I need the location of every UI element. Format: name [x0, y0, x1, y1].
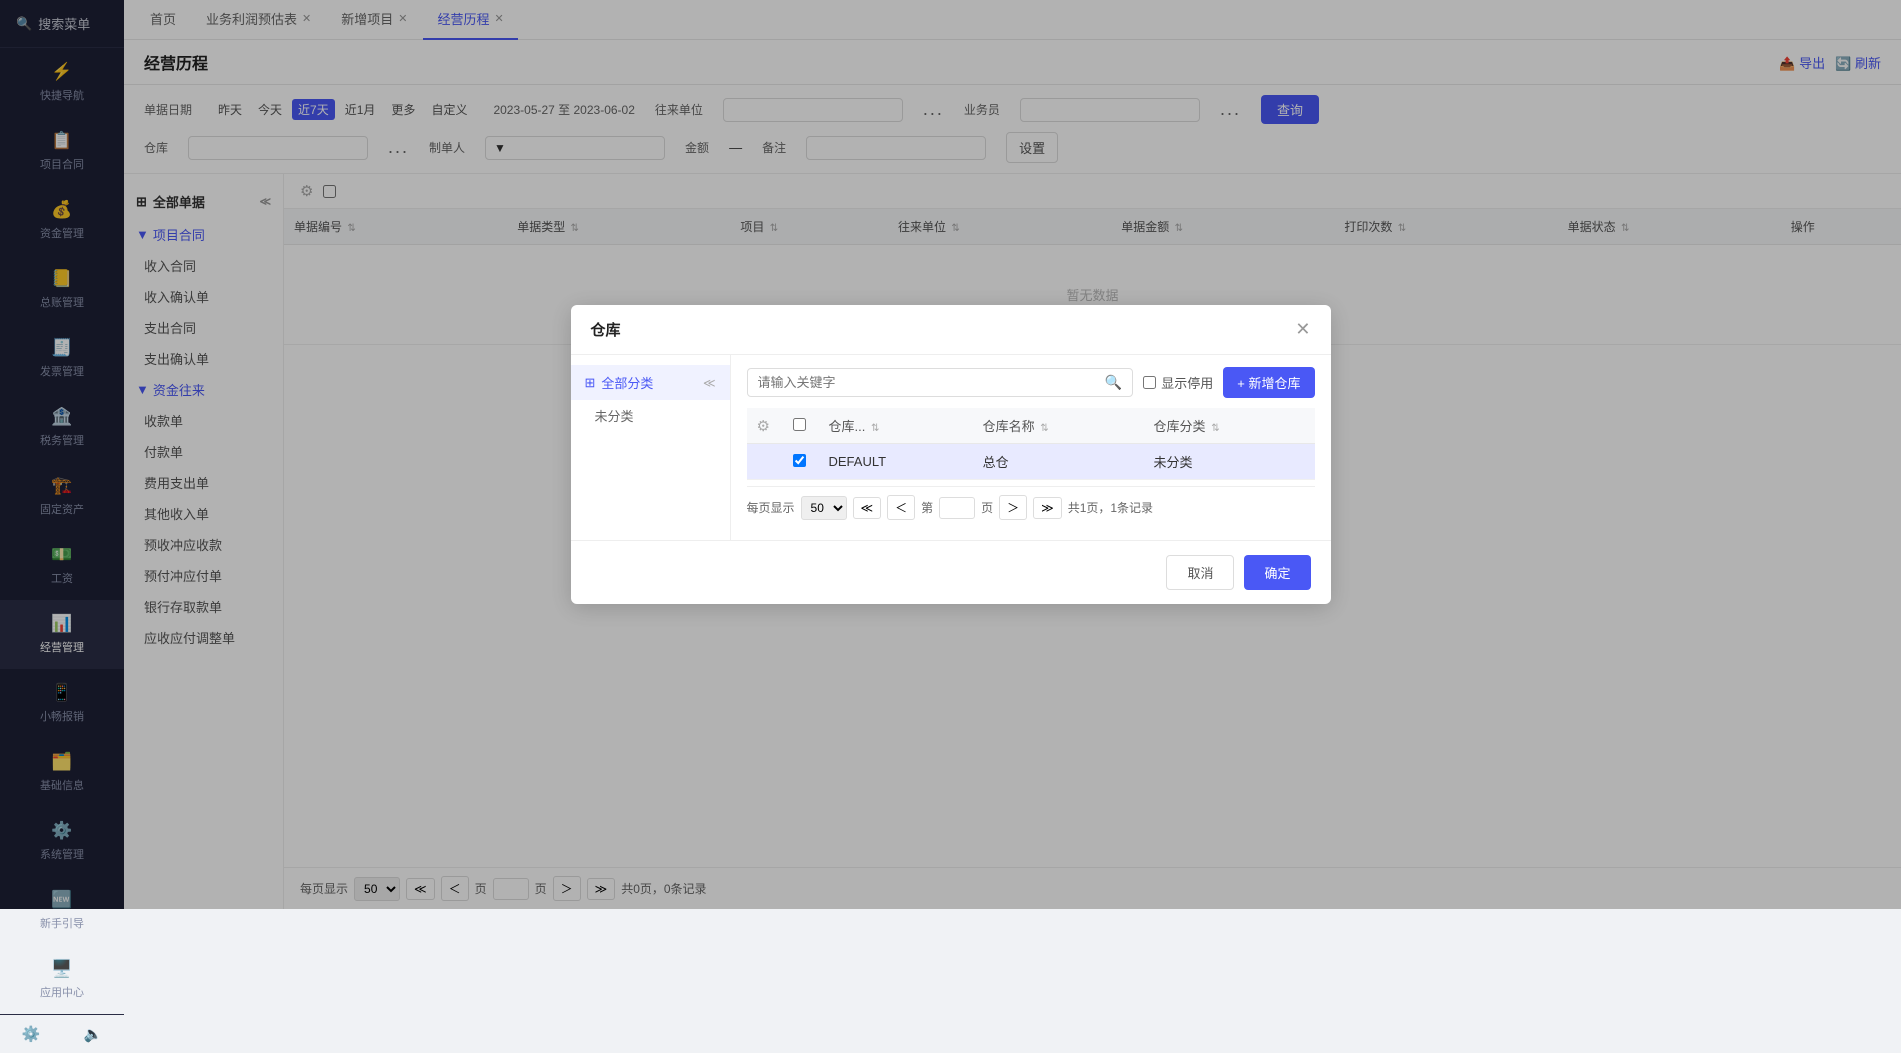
- modal-overlay[interactable]: 仓库 ✕ ⊞ 全部分类 ≪ 未分类: [0, 0, 1901, 909]
- modal-left-panel: ⊞ 全部分类 ≪ 未分类: [571, 355, 731, 540]
- warehouse-modal: 仓库 ✕ ⊞ 全部分类 ≪ 未分类: [571, 305, 1331, 604]
- modal-body: ⊞ 全部分类 ≪ 未分类 🔍 显示停用: [571, 355, 1331, 540]
- modal-left-all-categories[interactable]: ⊞ 全部分类 ≪: [571, 365, 730, 400]
- table-row[interactable]: DEFAULT 总仓 未分类: [747, 444, 1315, 480]
- modal-footer: 取消 确定: [571, 540, 1331, 604]
- modal-pagination: 每页显示 50 ≪ ＜ 第 1 页 ＞ ≫ 共1页，1条记录: [747, 486, 1315, 528]
- modal-row-code: DEFAULT: [819, 444, 973, 480]
- sidebar-bottom: ⚙️ 🔈: [0, 1014, 124, 1053]
- modal-col-checkbox: [783, 408, 819, 444]
- modal-row-settings: [747, 444, 783, 480]
- modal-per-page-label: 每页显示: [747, 499, 795, 516]
- modal-pagination-total: 共1页，1条记录: [1068, 499, 1153, 516]
- modal-table: ⚙ 仓库... ⇅ 仓库名称: [747, 408, 1315, 480]
- show-disabled-label: 显示停用: [1161, 373, 1213, 392]
- modal-page-input[interactable]: 1: [939, 497, 975, 519]
- cancel-button[interactable]: 取消: [1166, 555, 1234, 590]
- modal-left-uncategorized-label: 未分类: [595, 409, 634, 424]
- modal-row-category: 未分类: [1144, 444, 1315, 480]
- confirm-button[interactable]: 确定: [1244, 555, 1310, 590]
- modal-row-checkbox: [783, 444, 819, 480]
- collapse-left-icon[interactable]: ≪: [703, 376, 716, 390]
- modal-search-input[interactable]: [758, 375, 1099, 390]
- settings-icon[interactable]: ⚙️: [22, 1025, 41, 1043]
- row-checkbox[interactable]: [793, 454, 806, 467]
- sort-icon: ⇅: [871, 423, 879, 434]
- modal-per-page-select[interactable]: 50: [801, 496, 847, 520]
- modal-title: 仓库: [591, 319, 621, 340]
- modal-search-box: 🔍: [747, 368, 1134, 397]
- show-disabled-checkbox[interactable]: [1143, 376, 1156, 389]
- grid-icon-small: ⊞: [585, 375, 596, 391]
- modal-col-category: 仓库分类 ⇅: [1144, 408, 1315, 444]
- modal-close-button[interactable]: ✕: [1295, 319, 1310, 340]
- modal-select-all[interactable]: [793, 418, 806, 431]
- add-warehouse-button[interactable]: + 新增仓库: [1223, 367, 1314, 398]
- modal-page-first-btn[interactable]: ≪: [853, 497, 882, 519]
- show-disabled-checkbox-label[interactable]: 显示停用: [1143, 373, 1213, 392]
- app-center-icon: 🖥️: [51, 959, 72, 979]
- modal-page-prev-btn[interactable]: ＜: [887, 495, 915, 520]
- sort-icon: ⇅: [1040, 423, 1048, 434]
- sidebar-item-label: 应用中心: [40, 984, 84, 1000]
- modal-col-name: 仓库名称 ⇅: [973, 408, 1144, 444]
- modal-header: 仓库 ✕: [571, 305, 1331, 355]
- sort-icon: ⇅: [1211, 423, 1219, 434]
- modal-col-settings: ⚙: [747, 408, 783, 444]
- sidebar-item-label: 新手引导: [40, 915, 84, 931]
- modal-left-uncategorized[interactable]: 未分类: [571, 400, 730, 431]
- modal-search-icon: 🔍: [1105, 374, 1122, 391]
- modal-row-name: 总仓: [973, 444, 1144, 480]
- modal-toolbar: 🔍 显示停用 + 新增仓库: [747, 367, 1315, 398]
- modal-table-area: ⚙ 仓库... ⇅ 仓库名称: [747, 408, 1315, 480]
- modal-page-label2: 页: [981, 499, 993, 516]
- modal-settings-icon[interactable]: ⚙: [757, 418, 770, 435]
- modal-page-label: 第: [921, 499, 933, 516]
- modal-left-all-label: 全部分类: [601, 373, 653, 392]
- volume-icon[interactable]: 🔈: [84, 1025, 103, 1043]
- modal-right-panel: 🔍 显示停用 + 新增仓库 ⚙: [731, 355, 1331, 540]
- modal-page-next-btn[interactable]: ＞: [999, 495, 1027, 520]
- sidebar-item-app-center[interactable]: 🖥️ 应用中心: [0, 945, 124, 1014]
- modal-col-code: 仓库... ⇅: [819, 408, 973, 444]
- modal-page-last-btn[interactable]: ≫: [1033, 497, 1062, 519]
